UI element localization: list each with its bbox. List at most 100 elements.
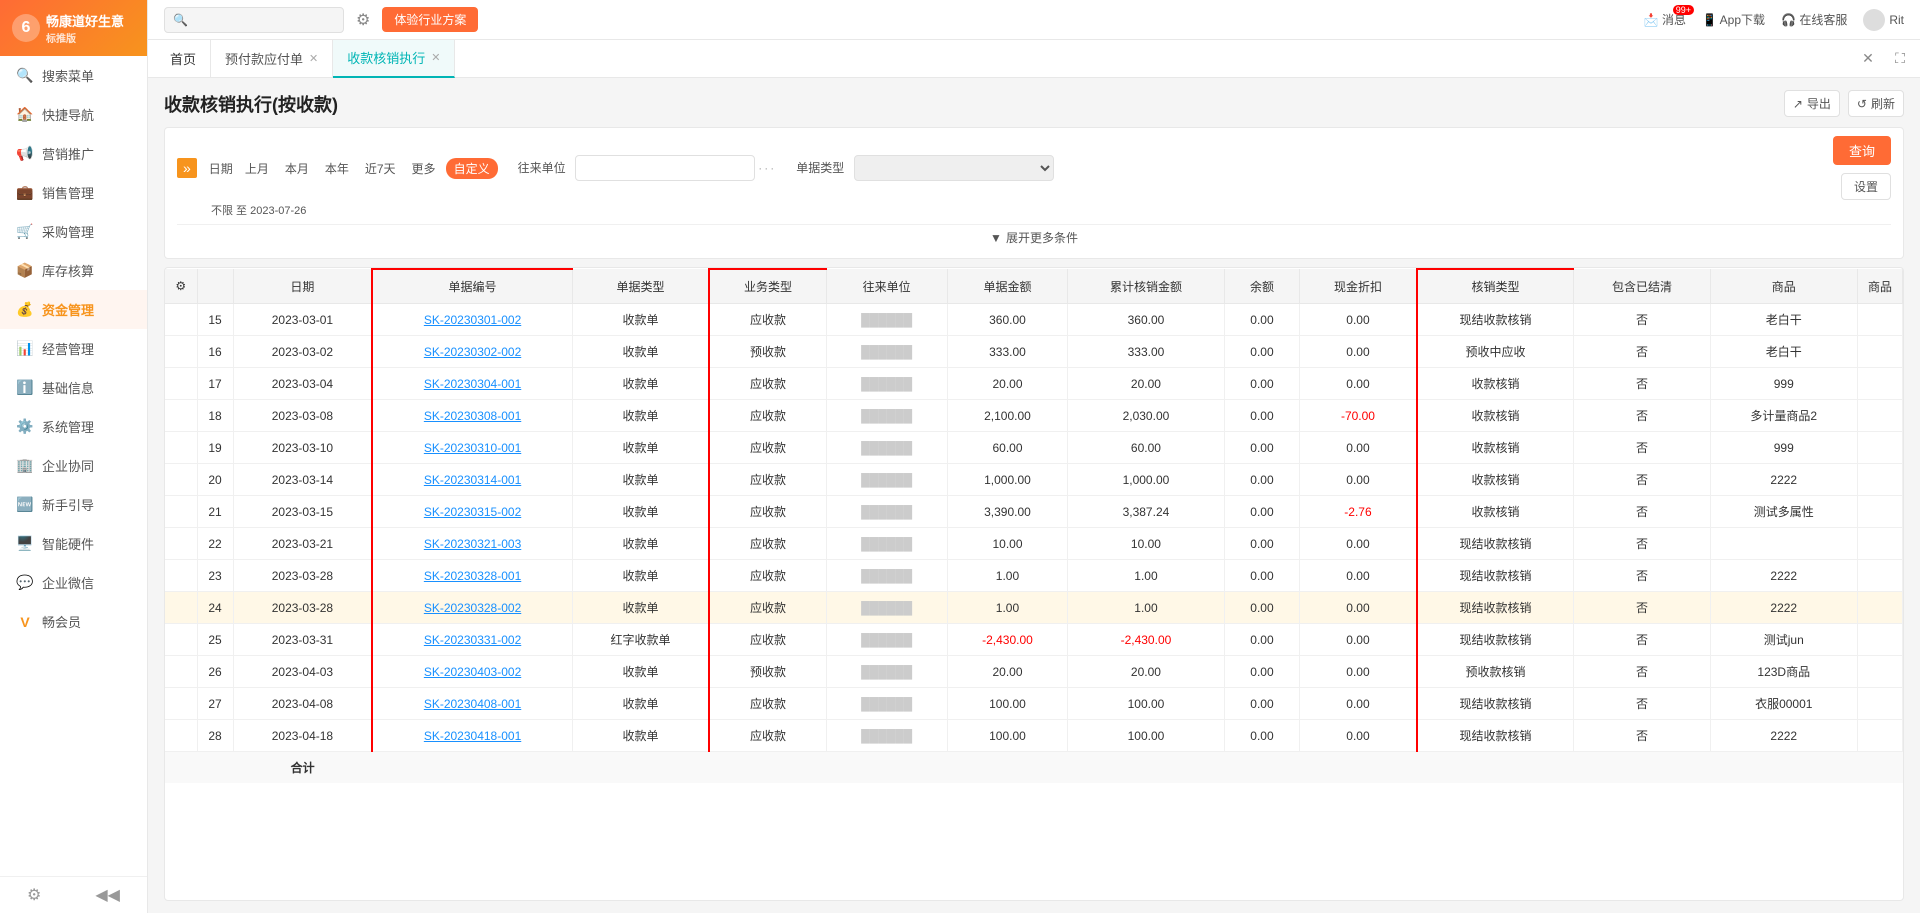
- set-button[interactable]: 设置: [1841, 173, 1891, 200]
- date-custom-btn[interactable]: 自定义: [446, 158, 498, 179]
- refresh-button[interactable]: ↺ 刷新: [1848, 90, 1904, 117]
- sidebar-item-sales-label: 销售管理: [42, 183, 94, 202]
- table-row: 192023-03-10SK-20230310-001收款单应收款██████6…: [165, 432, 1903, 464]
- message-area[interactable]: 📩 消息 99+: [1644, 11, 1686, 28]
- query-button[interactable]: 查询: [1833, 136, 1891, 165]
- cell-date: 2023-04-08: [233, 688, 372, 720]
- sidebar-item-basic[interactable]: ℹ️ 基础信息: [0, 368, 147, 407]
- cell-receipt-no[interactable]: SK-20230302-002: [372, 336, 572, 368]
- date-more-btn[interactable]: 更多: [406, 158, 442, 179]
- col-gear[interactable]: ⚙: [165, 269, 197, 304]
- sidebar-item-search[interactable]: 🔍 搜索菜单: [0, 56, 147, 95]
- sidebar-item-system[interactable]: ⚙️ 系统管理: [0, 407, 147, 446]
- sidebar-item-guide[interactable]: 🆕 新手引导: [0, 485, 147, 524]
- date-7days-btn[interactable]: 近7天: [359, 158, 402, 179]
- cell-receipt-no[interactable]: SK-20230308-001: [372, 400, 572, 432]
- solution-button[interactable]: 体验行业方案: [382, 7, 478, 32]
- tab-collection[interactable]: 收款核销执行 ✕: [333, 40, 455, 78]
- cell-amount: 2,100.00: [947, 400, 1068, 432]
- footer-cash-discount: [1300, 752, 1417, 784]
- cell-goods: 123D商品: [1710, 656, 1857, 688]
- user-area[interactable]: Rit: [1863, 9, 1904, 31]
- basic-icon: ℹ️: [16, 379, 34, 396]
- col-receipt-no: 单据编号: [372, 269, 572, 304]
- cell-receipt-no[interactable]: SK-20230301-002: [372, 304, 572, 336]
- sidebar-item-wechat[interactable]: 💬 企业微信: [0, 563, 147, 602]
- online-service[interactable]: 🎧 在线客服: [1781, 11, 1847, 28]
- partner-input[interactable]: [575, 155, 755, 181]
- tab-collection-close[interactable]: ✕: [431, 51, 440, 64]
- sidebar-item-finance[interactable]: 💰 资金管理: [0, 290, 147, 329]
- cell-rownum: 16: [197, 336, 233, 368]
- page-title: 收款核销执行(按收款): [164, 91, 338, 117]
- cell-date: 2023-03-15: [233, 496, 372, 528]
- collapse-icon[interactable]: ◀◀: [95, 885, 120, 905]
- cell-receipt-no[interactable]: SK-20230328-002: [372, 592, 572, 624]
- sidebar-item-shortcut[interactable]: 🏠 快捷导航: [0, 95, 147, 134]
- export-button[interactable]: ↗ 导出: [1784, 90, 1840, 117]
- cell-date: 2023-03-14: [233, 464, 372, 496]
- tab-prepay[interactable]: 预付款应付单 ✕: [211, 40, 333, 78]
- cell-receipt-no[interactable]: SK-20230315-002: [372, 496, 572, 528]
- col-include-cleared: 包含已结清: [1574, 269, 1710, 304]
- filter-toggle-btn[interactable]: »: [177, 158, 197, 178]
- date-this-month-btn[interactable]: 本月: [279, 158, 315, 179]
- cell-cumulative: 10.00: [1068, 528, 1224, 560]
- sidebar-item-finance-label: 资金管理: [42, 300, 94, 319]
- table-gear-icon[interactable]: ⚙: [175, 279, 186, 293]
- search-menu-icon: 🔍: [16, 67, 34, 84]
- tab-home[interactable]: 首页: [156, 40, 211, 78]
- sidebar-item-member[interactable]: V 畅会员: [0, 602, 147, 641]
- cell-amount: 360.00: [947, 304, 1068, 336]
- tab-prepay-close[interactable]: ✕: [309, 52, 318, 65]
- cell-amount: 1,000.00: [947, 464, 1068, 496]
- cell-goods2: [1857, 464, 1902, 496]
- cell-cumulative: 100.00: [1068, 720, 1224, 752]
- date-prev-month-btn[interactable]: 上月: [239, 158, 275, 179]
- cell-goods2: [1857, 368, 1902, 400]
- cell-receipt-no[interactable]: SK-20230328-001: [372, 560, 572, 592]
- sidebar-item-hardware[interactable]: 🖥️ 智能硬件: [0, 524, 147, 563]
- cell-receipt-no[interactable]: SK-20230403-002: [372, 656, 572, 688]
- topbar-gear-icon[interactable]: ⚙: [356, 10, 370, 30]
- sidebar-item-marketing[interactable]: 📢 营销推广: [0, 134, 147, 173]
- cell-receipt-no[interactable]: SK-20230331-002: [372, 624, 572, 656]
- receipt-type-select[interactable]: [854, 155, 1054, 181]
- date-this-year-btn[interactable]: 本年: [319, 158, 355, 179]
- sidebar-item-operation[interactable]: 📊 经营管理: [0, 329, 147, 368]
- cell-date: 2023-03-02: [233, 336, 372, 368]
- cell-receipt-no[interactable]: SK-20230304-001: [372, 368, 572, 400]
- col-verify-type: 核销类型: [1417, 269, 1574, 304]
- cell-include-cleared: 否: [1574, 336, 1710, 368]
- cell-goods2: [1857, 624, 1902, 656]
- cell-receipt-no[interactable]: SK-20230418-001: [372, 720, 572, 752]
- tab-expand-btn[interactable]: ⛶: [1888, 47, 1912, 71]
- sidebar-item-purchase[interactable]: 🛒 采购管理: [0, 212, 147, 251]
- expand-conditions-btn[interactable]: ▼ 展开更多条件: [177, 224, 1891, 250]
- cell-receipt-no[interactable]: SK-20230321-003: [372, 528, 572, 560]
- cell-receipt-no[interactable]: SK-20230408-001: [372, 688, 572, 720]
- partner-dots[interactable]: ···: [758, 161, 776, 175]
- footer-label: [165, 752, 233, 784]
- cell-receipt-no[interactable]: SK-20230310-001: [372, 432, 572, 464]
- cell-goods2: [1857, 560, 1902, 592]
- cell-cash-discount: 0.00: [1300, 720, 1417, 752]
- app-download[interactable]: 📱 App下载: [1702, 11, 1765, 28]
- cell-rownum: 17: [197, 368, 233, 400]
- cell-receipt-no[interactable]: SK-20230314-001: [372, 464, 572, 496]
- sidebar-item-inventory[interactable]: 📦 库存核算: [0, 251, 147, 290]
- topbar-search[interactable]: 🔍: [164, 7, 344, 33]
- cell-include-cleared: 否: [1574, 496, 1710, 528]
- cell-biz-type: 应收款: [709, 464, 826, 496]
- settings-icon[interactable]: ⚙: [27, 885, 41, 905]
- cell-biz-type: 应收款: [709, 624, 826, 656]
- cell-include-cleared: 否: [1574, 464, 1710, 496]
- cell-amount: 60.00: [947, 432, 1068, 464]
- date-range-display: 不限 至 2023-07-26: [211, 202, 1891, 218]
- tab-close-btn[interactable]: ✕: [1856, 47, 1880, 71]
- sidebar-item-corp[interactable]: 🏢 企业协同: [0, 446, 147, 485]
- cell-include-cleared: 否: [1574, 304, 1710, 336]
- chevron-down-icon: ▼: [990, 231, 1002, 245]
- sidebar-item-sales[interactable]: 💼 销售管理: [0, 173, 147, 212]
- table-row: 282023-04-18SK-20230418-001收款单应收款██████1…: [165, 720, 1903, 752]
